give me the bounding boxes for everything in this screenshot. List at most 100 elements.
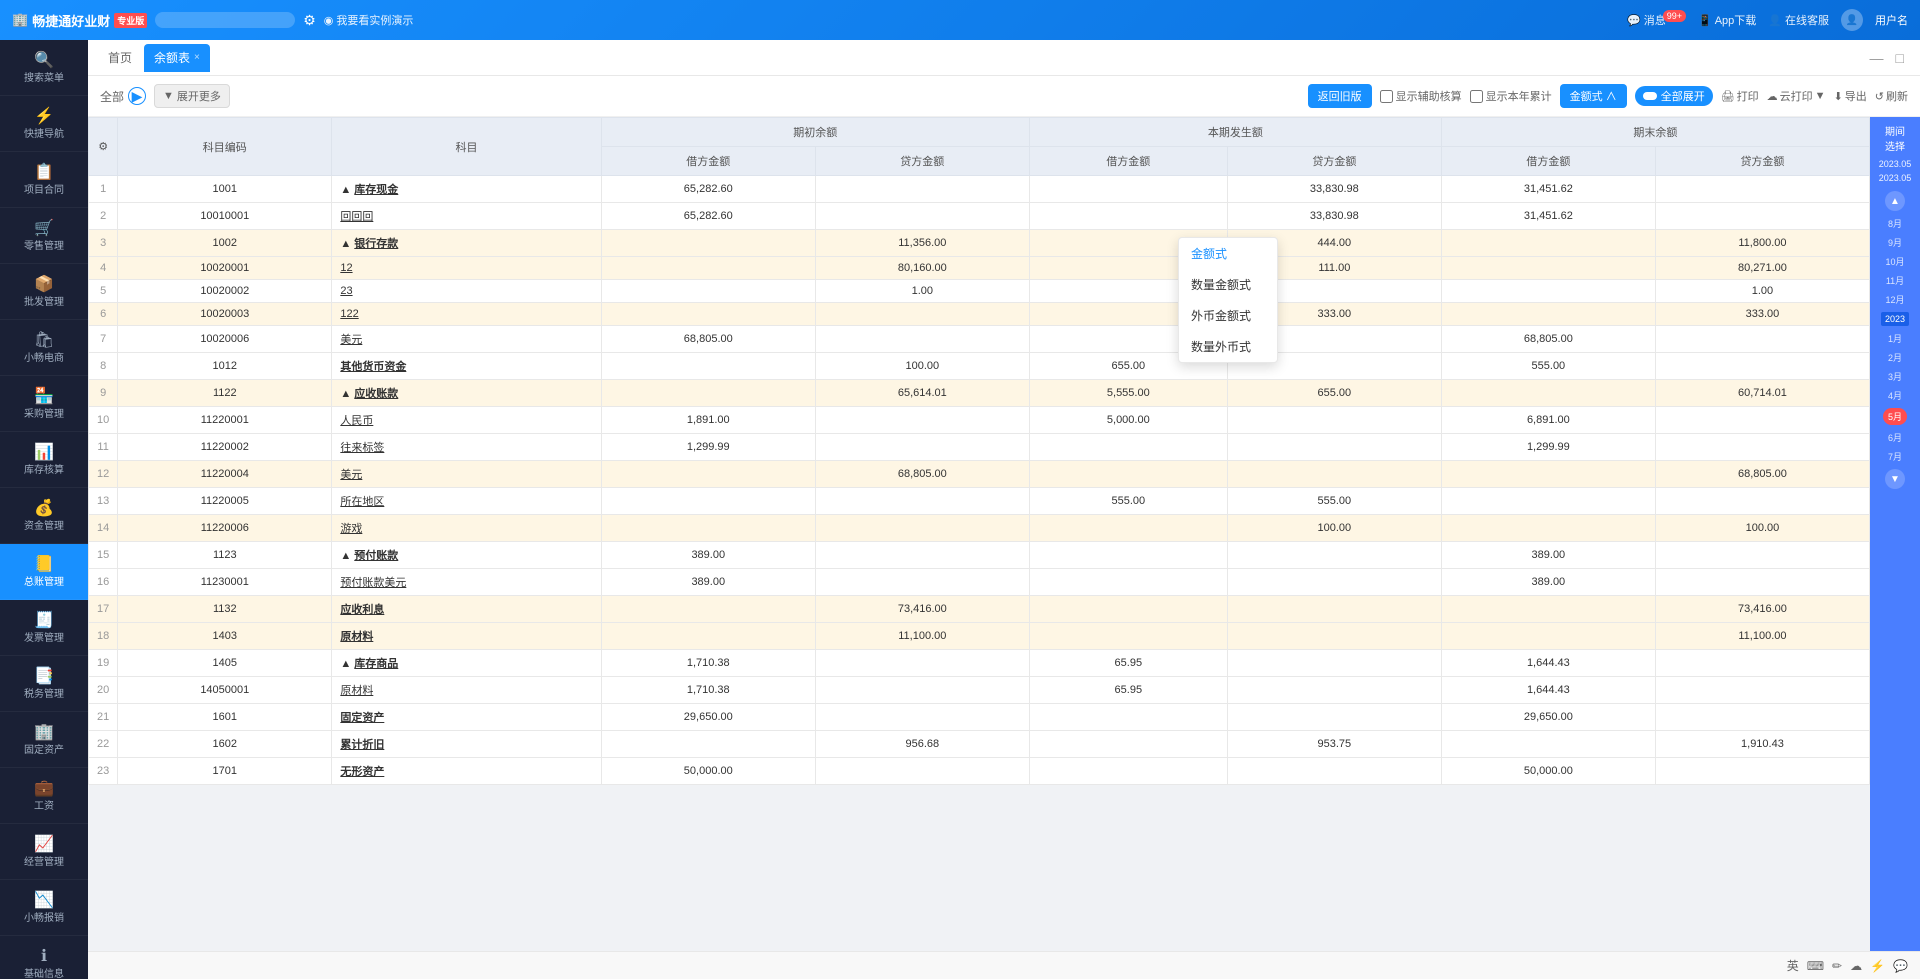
table-row[interactable]: 210010001回回回65,282.6033,830.9831,451.62 bbox=[89, 203, 1870, 230]
mode-btn[interactable]: 金额式 ∧ bbox=[1560, 84, 1627, 108]
row-name[interactable]: 23 bbox=[332, 280, 601, 303]
period-month-6[interactable]: 6月 bbox=[1888, 429, 1902, 446]
avatar[interactable]: 👤 bbox=[1841, 9, 1863, 31]
tab-balance[interactable]: 余额表 × bbox=[144, 44, 210, 72]
sidebar-item-salary[interactable]: 💼 工资 bbox=[0, 768, 88, 824]
table-row[interactable]: 11001▲ 库存现金65,282.6033,830.9831,451.62 bbox=[89, 176, 1870, 203]
period-year2[interactable]: 2023.05 bbox=[1879, 173, 1912, 183]
tab-home[interactable]: 首页 bbox=[100, 45, 140, 70]
table-row[interactable]: 211601固定资产29,650.0029,650.00 bbox=[89, 704, 1870, 731]
show-assist-checkbox[interactable] bbox=[1380, 90, 1393, 103]
period-month-10[interactable]: 10月 bbox=[1885, 253, 1904, 270]
lang-btn[interactable]: 英 bbox=[1787, 957, 1799, 974]
period-month-7[interactable]: 7月 bbox=[1888, 448, 1902, 465]
dropdown-item-foreign-amount[interactable]: 外币金额式 bbox=[1179, 300, 1277, 331]
row-name[interactable]: ▲ 银行存款 bbox=[332, 230, 601, 257]
period-month-2[interactable]: 2月 bbox=[1888, 349, 1902, 366]
sidebar-item-nav[interactable]: ⚡ 快捷导航 bbox=[0, 96, 88, 152]
table-row[interactable]: 1311220005所在地区555.00555.00 bbox=[89, 488, 1870, 515]
row-name[interactable]: 所在地区 bbox=[332, 488, 601, 515]
sidebar-item-ledger[interactable]: 📒 总账管理 bbox=[0, 544, 88, 600]
period-up-btn[interactable]: ▲ bbox=[1885, 191, 1905, 211]
export-btn[interactable]: ⬇ 导出 bbox=[1834, 88, 1867, 104]
row-name[interactable]: 人民币 bbox=[332, 407, 601, 434]
row-name[interactable]: ▲ 库存现金 bbox=[332, 176, 601, 203]
online-service-btn[interactable]: 👤 在线客服 bbox=[1768, 12, 1829, 28]
app-download-btn[interactable]: 📱 App下载 bbox=[1698, 12, 1756, 28]
row-name[interactable]: 原材料 bbox=[332, 677, 601, 704]
table-row[interactable]: 510020002231.001.00 bbox=[89, 280, 1870, 303]
sidebar-item-retail[interactable]: 🛒 零售管理 bbox=[0, 208, 88, 264]
period-month-12[interactable]: 12月 bbox=[1885, 291, 1904, 308]
quick-icon[interactable]: ⚡ bbox=[1870, 959, 1885, 973]
period-month-9[interactable]: 9月 bbox=[1888, 234, 1902, 251]
row-name[interactable]: 12 bbox=[332, 257, 601, 280]
maximize-icon[interactable]: □ bbox=[1892, 48, 1908, 68]
period-month-3[interactable]: 3月 bbox=[1888, 368, 1902, 385]
sidebar-item-assets[interactable]: 🏢 固定资产 bbox=[0, 712, 88, 768]
dropdown-item-qty-amount[interactable]: 数量金额式 bbox=[1179, 269, 1277, 300]
toggle-expand-btn[interactable]: 全部展开 bbox=[1635, 86, 1713, 106]
sidebar-item-invoice[interactable]: 🧾 发票管理 bbox=[0, 600, 88, 656]
show-ytd-label[interactable]: 显示本年累计 bbox=[1470, 88, 1552, 104]
row-name[interactable]: 122 bbox=[332, 303, 601, 326]
expand-btn[interactable]: ▼ 展开更多 bbox=[154, 84, 230, 108]
breadcrumb-arrow[interactable]: ▶ bbox=[128, 87, 146, 105]
keyboard-icon[interactable]: ⌨ bbox=[1807, 959, 1824, 973]
row-name[interactable]: 往来标签 bbox=[332, 434, 601, 461]
row-name[interactable]: 无形资产 bbox=[332, 758, 601, 785]
close-tab-icon[interactable]: × bbox=[194, 52, 200, 63]
table-row[interactable]: 221602累计折旧956.68953.751,910.43 bbox=[89, 731, 1870, 758]
sidebar-item-tax[interactable]: 📑 税务管理 bbox=[0, 656, 88, 712]
minimize-icon[interactable]: — bbox=[1866, 48, 1888, 68]
sidebar-item-search[interactable]: 🔍 搜索菜单 bbox=[0, 40, 88, 96]
table-row[interactable]: 91122▲ 应收账款65,614.015,555.00655.0060,714… bbox=[89, 380, 1870, 407]
period-month-11[interactable]: 11月 bbox=[1886, 272, 1904, 289]
sidebar-item-base[interactable]: ℹ 基础信息 bbox=[0, 936, 88, 979]
table-row[interactable]: 151123▲ 预付账款389.00389.00 bbox=[89, 542, 1870, 569]
cloud-status-icon[interactable]: ☁ bbox=[1850, 959, 1862, 973]
table-row[interactable]: 171132应收利息73,416.0073,416.00 bbox=[89, 596, 1870, 623]
refresh-btn[interactable]: ↺ 刷新 bbox=[1875, 88, 1908, 104]
row-name[interactable]: 累计折旧 bbox=[332, 731, 601, 758]
show-ytd-checkbox[interactable] bbox=[1470, 90, 1483, 103]
row-name[interactable]: 应收利息 bbox=[332, 596, 601, 623]
chat-icon[interactable]: 💬 bbox=[1893, 959, 1908, 973]
sidebar-item-ecom[interactable]: 🛍 小畅电商 bbox=[0, 320, 88, 376]
messages-btn[interactable]: 💬 消息 99+ bbox=[1627, 12, 1686, 28]
sidebar-item-inventory[interactable]: 📊 库存核算 bbox=[0, 432, 88, 488]
search-input[interactable] bbox=[155, 12, 295, 28]
period-down-btn[interactable]: ▼ bbox=[1885, 469, 1905, 489]
period-month-1[interactable]: 1月 bbox=[1888, 330, 1902, 347]
sidebar-item-project[interactable]: 📋 项目合同 bbox=[0, 152, 88, 208]
sidebar-item-expense[interactable]: 📉 小畅报销 bbox=[0, 880, 88, 936]
table-row[interactable]: 4100200011280,160.00111.0080,271.00 bbox=[89, 257, 1870, 280]
table-row[interactable]: 1111220002往来标签1,299.991,299.99 bbox=[89, 434, 1870, 461]
table-row[interactable]: 1411220006游戏100.00100.00 bbox=[89, 515, 1870, 542]
row-name[interactable]: ▲ 预付账款 bbox=[332, 542, 601, 569]
dropdown-item-amount[interactable]: 金额式 bbox=[1179, 238, 1277, 269]
table-row[interactable]: 710020006美元68,805.0068,805.00 bbox=[89, 326, 1870, 353]
demo-link[interactable]: ◉ 我要看实例演示 bbox=[324, 12, 414, 28]
col-settings[interactable]: ⚙ bbox=[89, 118, 118, 176]
table-row[interactable]: 231701无形资产50,000.0050,000.00 bbox=[89, 758, 1870, 785]
period-month-4[interactable]: 4月 bbox=[1888, 387, 1902, 404]
period-month-8[interactable]: 8月 bbox=[1888, 215, 1902, 232]
table-row[interactable]: 610020003122333.00333.00 bbox=[89, 303, 1870, 326]
edit-icon[interactable]: ✏ bbox=[1832, 959, 1842, 973]
period-year1[interactable]: 2023.05 bbox=[1879, 159, 1912, 169]
sidebar-item-funds[interactable]: 💰 资金管理 bbox=[0, 488, 88, 544]
table-row[interactable]: 31002▲ 银行存款11,356.00444.0011,800.00 bbox=[89, 230, 1870, 257]
period-month-5-active[interactable]: 5月 bbox=[1883, 408, 1907, 425]
table-row[interactable]: 81012其他货币资金100.00655.00555.00 bbox=[89, 353, 1870, 380]
table-row[interactable]: 2014050001原材料1,710.3865.951,644.43 bbox=[89, 677, 1870, 704]
sidebar-item-wholesale[interactable]: 📦 批发管理 bbox=[0, 264, 88, 320]
row-name[interactable]: 原材料 bbox=[332, 623, 601, 650]
dropdown-item-qty-foreign[interactable]: 数量外币式 bbox=[1179, 331, 1277, 362]
cloud-print-btn[interactable]: ☁ 云打印 ▼ bbox=[1767, 88, 1826, 104]
row-name[interactable]: 美元 bbox=[332, 326, 601, 353]
table-row[interactable]: 1611230001预付账款美元389.00389.00 bbox=[89, 569, 1870, 596]
table-row[interactable]: 1011220001人民币1,891.005,000.006,891.00 bbox=[89, 407, 1870, 434]
row-name[interactable]: 其他货币资金 bbox=[332, 353, 601, 380]
return-old-btn[interactable]: 返回旧版 bbox=[1308, 84, 1372, 108]
